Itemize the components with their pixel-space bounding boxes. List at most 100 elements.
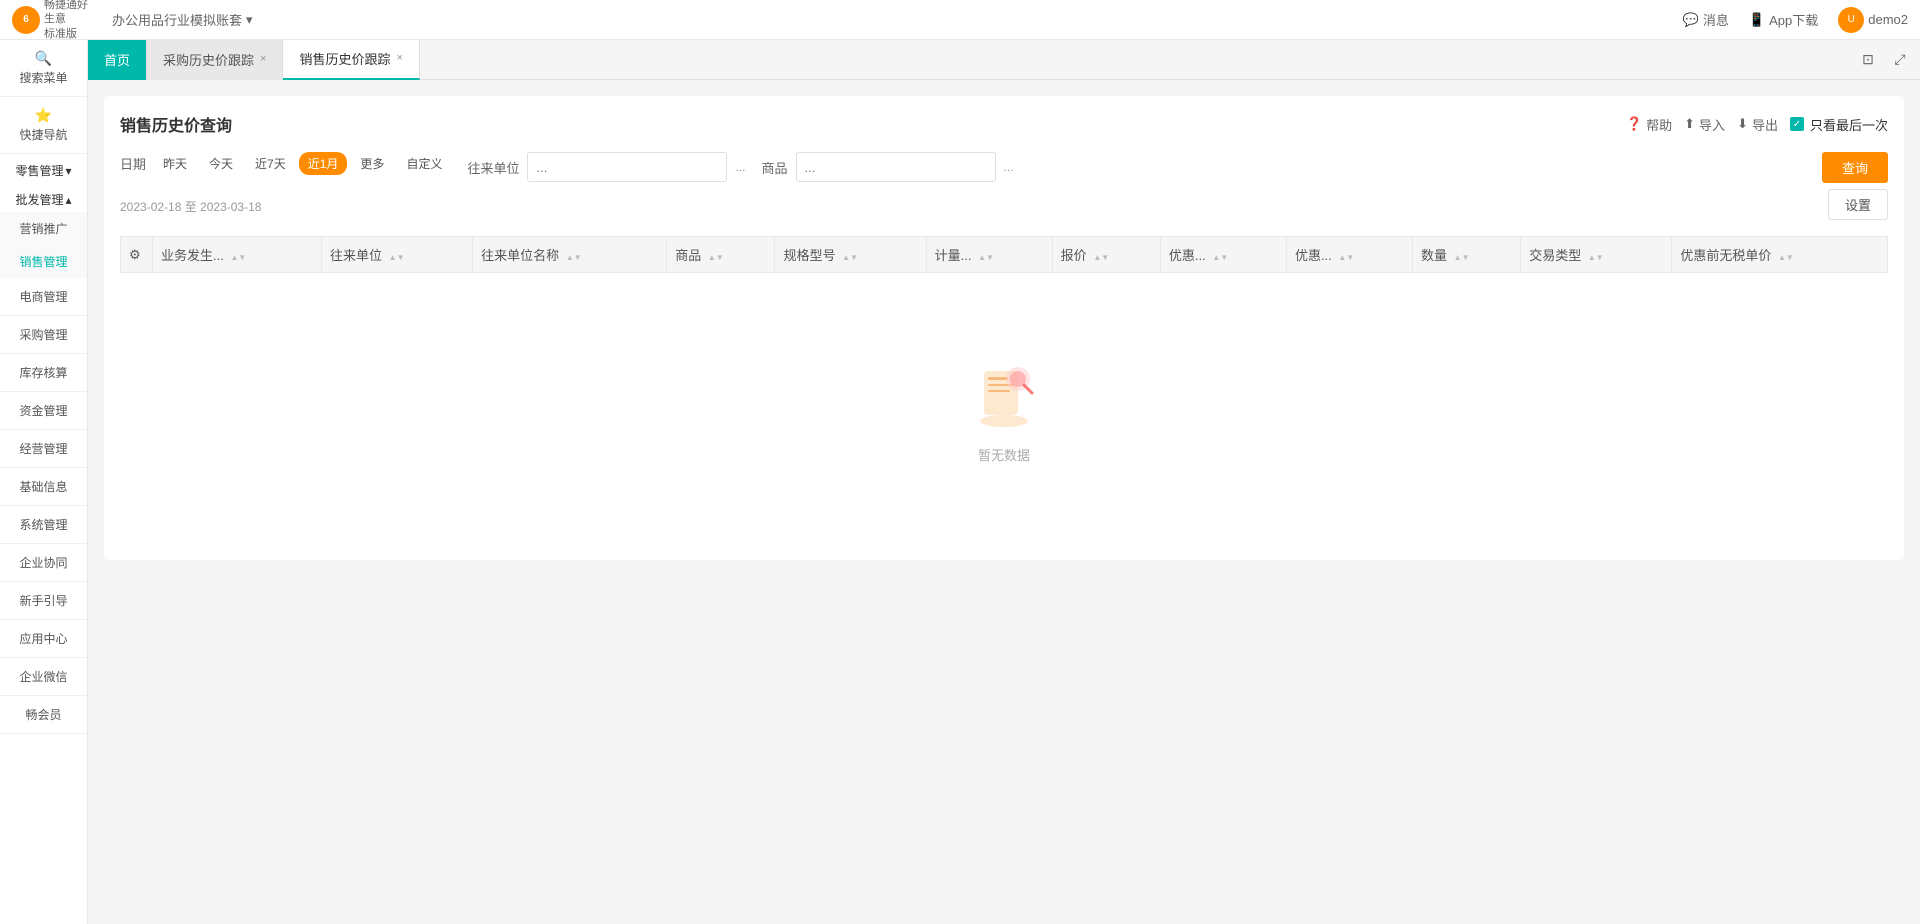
- query-btn-group: 查询 设置: [1822, 152, 1888, 220]
- date-btn-custom[interactable]: 自定义: [397, 152, 451, 175]
- sidebar-item-enterprise-wechat[interactable]: 企业微信: [0, 658, 87, 696]
- sort-icon-no-tax-price: ▲▼: [1778, 254, 1794, 262]
- query-button[interactable]: 查询: [1822, 152, 1888, 183]
- chevron-down-icon: ▾: [246, 12, 253, 28]
- sidebar-item-member-club[interactable]: 畅会员: [0, 696, 87, 734]
- sidebar-item-new-guide[interactable]: 新手引导: [0, 582, 87, 620]
- chevron-down-icon: ▾: [65, 164, 71, 178]
- page-title-row: 销售历史价查询 ❓ 帮助 ⬆ 导入 ⬇ 导出: [120, 112, 1888, 136]
- logo-text: 畅捷通好生意 标准版: [44, 0, 92, 41]
- tab-purchase-history[interactable]: 采购历史价跟踪 ×: [147, 40, 283, 80]
- page-content: 销售历史价查询 ❓ 帮助 ⬆ 导入 ⬇ 导出: [88, 80, 1920, 924]
- date-btn-yesterday[interactable]: 昨天: [154, 152, 196, 175]
- fullscreen-btn[interactable]: ⤢: [1888, 48, 1912, 72]
- sidebar-item-marketing[interactable]: 营销推广: [0, 212, 87, 245]
- chevron-up-icon: ▴: [65, 193, 71, 207]
- table-col-no-tax-price[interactable]: 优惠前无税单价 ▲▼: [1672, 237, 1888, 273]
- table-col-trade-type[interactable]: 交易类型 ▲▼: [1521, 237, 1672, 273]
- filter-row-date: 日期 昨天 今天 近7天 近1月 更多 自定义: [120, 152, 1806, 182]
- sidebar-item-system-mgmt[interactable]: 系统管理: [0, 506, 87, 544]
- settings-icon: ⚙: [129, 247, 141, 262]
- page-actions: ❓ 帮助 ⬆ 导入 ⬇ 导出 ✓ 只看最后一次: [1626, 115, 1888, 134]
- date-btn-today[interactable]: 今天: [200, 152, 242, 175]
- search-icon: 🔍: [35, 50, 52, 67]
- export-btn[interactable]: ⬇ 导出: [1737, 115, 1778, 134]
- sidebar-item-basic-info[interactable]: 基础信息: [0, 468, 87, 506]
- data-table: ⚙ 业务发生... ▲▼ 往来单位 ▲▼: [120, 236, 1888, 273]
- sidebar-item-ecommerce-mgmt[interactable]: 电商管理: [0, 278, 87, 316]
- date-range-display: 2023-02-18 至 2023-03-18: [120, 198, 1806, 215]
- partner-input[interactable]: [527, 152, 727, 182]
- sort-icon-price: ▲▼: [1093, 254, 1109, 262]
- app-selector-dropdown[interactable]: 办公用品行业模拟账套 ▾: [112, 10, 253, 29]
- sidebar-item-inventory-check[interactable]: 库存核算: [0, 354, 87, 392]
- date-btn-more[interactable]: 更多: [351, 152, 393, 175]
- sidebar-item-retail-mgmt[interactable]: 零售管理 ▾: [0, 154, 87, 183]
- table-col-discount1[interactable]: 优惠... ▲▼: [1160, 237, 1286, 273]
- sidebar-item-enterprise-collab[interactable]: 企业协同: [0, 544, 87, 582]
- filter-main: 日期 昨天 今天 近7天 近1月 更多 自定义: [120, 152, 1806, 215]
- table-col-discount2[interactable]: 优惠... ▲▼: [1286, 237, 1412, 273]
- date-options: 昨天 今天 近7天 近1月 更多 自定义: [154, 152, 451, 175]
- filter-section: 日期 昨天 今天 近7天 近1月 更多 自定义: [120, 152, 1888, 220]
- help-icon: ❓: [1626, 116, 1642, 132]
- avatar-icon: U: [1838, 7, 1864, 33]
- date-btn-last1month[interactable]: 近1月: [299, 152, 348, 175]
- message-btn[interactable]: 💬 消息: [1683, 10, 1729, 29]
- table-col-unit[interactable]: 计量... ▲▼: [926, 237, 1052, 273]
- app-download-btn[interactable]: 📱 App下载: [1749, 10, 1818, 29]
- restore-window-btn[interactable]: ⊡: [1856, 48, 1880, 72]
- table-col-partner-code[interactable]: 往来单位 ▲▼: [322, 237, 473, 273]
- sidebar: 🔍 搜索菜单 ⭐ 快捷导航 零售管理 ▾ 批发管理 ▴ 营销推广 销售管理 电商…: [0, 40, 88, 924]
- sort-icon-unit: ▲▼: [978, 254, 994, 262]
- table-col-price[interactable]: 报价 ▲▼: [1052, 237, 1160, 273]
- partner-label: 往来单位: [467, 158, 519, 177]
- content-area: 首页 采购历史价跟踪 × 销售历史价跟踪 × ⊡ ⤢ 销售历史价查询: [88, 40, 1920, 924]
- sort-icon-trade-type: ▲▼: [1588, 254, 1604, 262]
- help-btn[interactable]: ❓ 帮助: [1626, 115, 1672, 134]
- main-layout: 🔍 搜索菜单 ⭐ 快捷导航 零售管理 ▾ 批发管理 ▴ 营销推广 销售管理 电商…: [0, 40, 1920, 924]
- tab-close-sales-history[interactable]: ×: [396, 53, 402, 64]
- partner-filter-group: 往来单位 ...: [467, 152, 745, 182]
- sidebar-item-quick-nav[interactable]: ⭐ 快捷导航: [0, 97, 87, 154]
- table-col-biz-date[interactable]: 业务发生... ▲▼: [153, 237, 322, 273]
- logo-icon: 6: [12, 6, 40, 34]
- tab-close-purchase-history[interactable]: ×: [260, 54, 266, 65]
- user-avatar[interactable]: U demo2: [1838, 7, 1908, 33]
- message-icon: 💬: [1683, 12, 1699, 28]
- table-col-settings[interactable]: ⚙: [121, 237, 153, 273]
- import-btn[interactable]: ⬆ 导入: [1684, 115, 1725, 134]
- sort-icon-partner-name: ▲▼: [566, 254, 582, 262]
- sort-icon-spec: ▲▼: [842, 254, 858, 262]
- download-icon: 📱: [1749, 12, 1765, 28]
- empty-state: 暂无数据: [120, 273, 1888, 544]
- sidebar-item-sales-mgmt[interactable]: 销售管理: [0, 245, 87, 278]
- sort-icon-discount2: ▲▼: [1338, 254, 1354, 262]
- date-label: 日期: [120, 154, 146, 173]
- import-icon: ⬆: [1684, 116, 1695, 132]
- sort-icon-qty: ▲▼: [1454, 254, 1470, 262]
- table-col-partner-name[interactable]: 往来单位名称 ▲▼: [473, 237, 667, 273]
- table-col-goods[interactable]: 商品 ▲▼: [667, 237, 775, 273]
- only-last-checkbox[interactable]: ✓: [1790, 117, 1804, 131]
- settings-button[interactable]: 设置: [1828, 189, 1888, 220]
- tab-sales-history[interactable]: 销售历史价跟踪 ×: [283, 40, 419, 80]
- sidebar-item-finance-mgmt[interactable]: 资金管理: [0, 392, 87, 430]
- table-col-spec[interactable]: 规格型号 ▲▼: [775, 237, 926, 273]
- tab-home[interactable]: 首页: [88, 40, 147, 80]
- sidebar-item-app-center[interactable]: 应用中心: [0, 620, 87, 658]
- sort-icon-biz-date: ▲▼: [230, 254, 246, 262]
- logo-area: 6 畅捷通好生意 标准版: [12, 0, 92, 41]
- sort-icon-discount1: ▲▼: [1212, 254, 1228, 262]
- table-col-qty[interactable]: 数量 ▲▼: [1413, 237, 1521, 273]
- sidebar-item-wholesale-mgmt[interactable]: 批发管理 ▴: [0, 183, 87, 212]
- sort-icon-partner-code: ▲▼: [389, 254, 405, 262]
- sidebar-item-search-menu[interactable]: 🔍 搜索菜单: [0, 40, 87, 97]
- sidebar-item-operations-mgmt[interactable]: 经营管理: [0, 430, 87, 468]
- sidebar-item-purchase-mgmt[interactable]: 采购管理: [0, 316, 87, 354]
- top-header: 6 畅捷通好生意 标准版 办公用品行业模拟账套 ▾ 💬 消息 📱 App下载 U…: [0, 0, 1920, 40]
- header-center: 办公用品行业模拟账套 ▾: [92, 10, 1683, 29]
- goods-input[interactable]: [796, 152, 996, 182]
- date-btn-last7days[interactable]: 近7天: [246, 152, 295, 175]
- empty-text: 暂无数据: [978, 445, 1030, 464]
